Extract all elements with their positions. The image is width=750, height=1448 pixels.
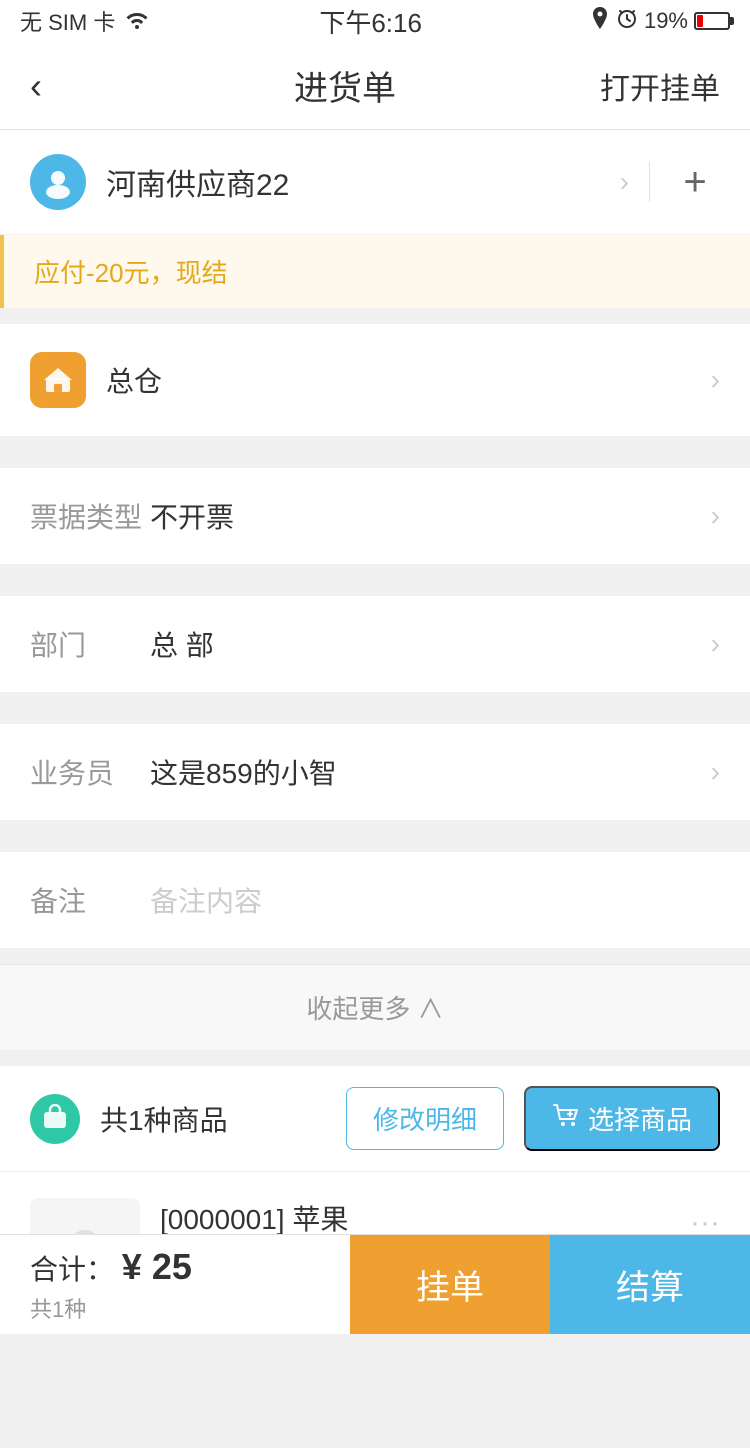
bottom-total: 合计： ¥ 25 共1种 <box>0 1235 350 1334</box>
supplier-card: 河南供应商22 › + 应付-20元，现结 <box>0 130 750 308</box>
alarm-icon <box>616 7 638 35</box>
remark-label: 备注 <box>30 880 150 920</box>
supplier-name: 河南供应商22 <box>106 160 610 204</box>
total-amount: ¥ 25 <box>122 1246 192 1287</box>
status-time: 下午6:16 <box>319 3 422 40</box>
carrier-text: 无 SIM 卡 <box>20 5 115 37</box>
salesperson-card: 业务员 这是859的小智 › <box>0 724 750 820</box>
add-button[interactable]: + <box>670 160 720 205</box>
open-pending-button[interactable]: 打开挂单 <box>600 64 720 108</box>
product-title: 苹果 <box>292 1204 348 1235</box>
department-value: 总 部 <box>150 624 701 664</box>
bottom-spacer <box>0 1348 750 1448</box>
spacer2 <box>0 452 750 468</box>
total-amount-row: 合计： ¥ 25 <box>30 1246 320 1288</box>
invoice-type-value: 不开票 <box>150 496 701 536</box>
department-label: 部门 <box>30 624 150 664</box>
warehouse-chevron-icon: › <box>711 364 720 396</box>
spacer3 <box>0 580 750 596</box>
supplier-row[interactable]: 河南供应商22 › + <box>0 130 750 235</box>
edit-detail-button[interactable]: 修改明细 <box>346 1087 504 1150</box>
warehouse-card: 总仓 › <box>0 324 750 436</box>
remark-input[interactable]: 备注内容 <box>150 880 720 920</box>
department-card: 部门 总 部 › <box>0 596 750 692</box>
divider <box>649 162 650 202</box>
total-count: 共1种 <box>30 1292 320 1324</box>
salesperson-label: 业务员 <box>30 752 150 792</box>
supplier-avatar <box>30 154 86 210</box>
total-label: 合计： <box>30 1254 114 1285</box>
warehouse-icon-wrap <box>30 352 86 408</box>
battery-icon <box>694 12 730 30</box>
status-right: 19% <box>590 7 730 35</box>
spacer4 <box>0 708 750 724</box>
salesperson-row[interactable]: 业务员 这是859的小智 › <box>0 724 750 820</box>
warehouse-name: 总仓 <box>106 360 701 400</box>
nav-bar: ‹ 进货单 打开挂单 <box>0 42 750 130</box>
collapse-more-button[interactable]: 收起更多 ∧ <box>0 964 750 1050</box>
remark-card: 备注 备注内容 <box>0 852 750 948</box>
products-header: 共1种商品 修改明细 选择商品 <box>0 1066 750 1171</box>
warehouse-row[interactable]: 总仓 › <box>0 324 750 436</box>
department-row[interactable]: 部门 总 部 › <box>0 596 750 692</box>
wifi-icon <box>123 7 151 35</box>
checkout-button[interactable]: 结算 <box>550 1235 750 1334</box>
supplier-chevron-icon: › <box>620 166 629 198</box>
bottom-bar: 合计： ¥ 25 共1种 挂单 结算 <box>0 1234 750 1334</box>
product-count-icon-wrap <box>30 1094 80 1144</box>
spacer <box>0 308 750 324</box>
battery-percentage: 19% <box>644 8 688 34</box>
select-product-label: 选择商品 <box>588 1100 692 1137</box>
page-title: 进货单 <box>294 61 396 110</box>
back-button[interactable]: ‹ <box>30 65 90 107</box>
location-icon <box>590 7 610 35</box>
select-product-button[interactable]: 选择商品 <box>524 1086 720 1151</box>
warning-banner: 应付-20元，现结 <box>0 235 750 308</box>
department-chevron-icon: › <box>711 628 720 660</box>
status-bar: 无 SIM 卡 下午6:16 19% <box>0 0 750 42</box>
salesperson-chevron-icon: › <box>711 756 720 788</box>
invoice-card: 票据类型 不开票 › <box>0 468 750 564</box>
invoice-type-label: 票据类型 <box>30 496 150 536</box>
salesperson-value: 这是859的小智 <box>150 752 701 792</box>
product-name: [0000001] 苹果 <box>160 1198 670 1238</box>
invoice-type-row[interactable]: 票据类型 不开票 › <box>0 468 750 564</box>
status-left: 无 SIM 卡 <box>20 5 151 37</box>
product-code: [0000001] <box>160 1204 285 1235</box>
remark-row[interactable]: 备注 备注内容 <box>0 852 750 948</box>
pending-button[interactable]: 挂单 <box>350 1235 550 1334</box>
product-count-label: 共1种商品 <box>100 1099 326 1139</box>
spacer6 <box>0 1050 750 1066</box>
cart-icon <box>552 1103 580 1134</box>
spacer5 <box>0 836 750 852</box>
invoice-chevron-icon: › <box>711 500 720 532</box>
